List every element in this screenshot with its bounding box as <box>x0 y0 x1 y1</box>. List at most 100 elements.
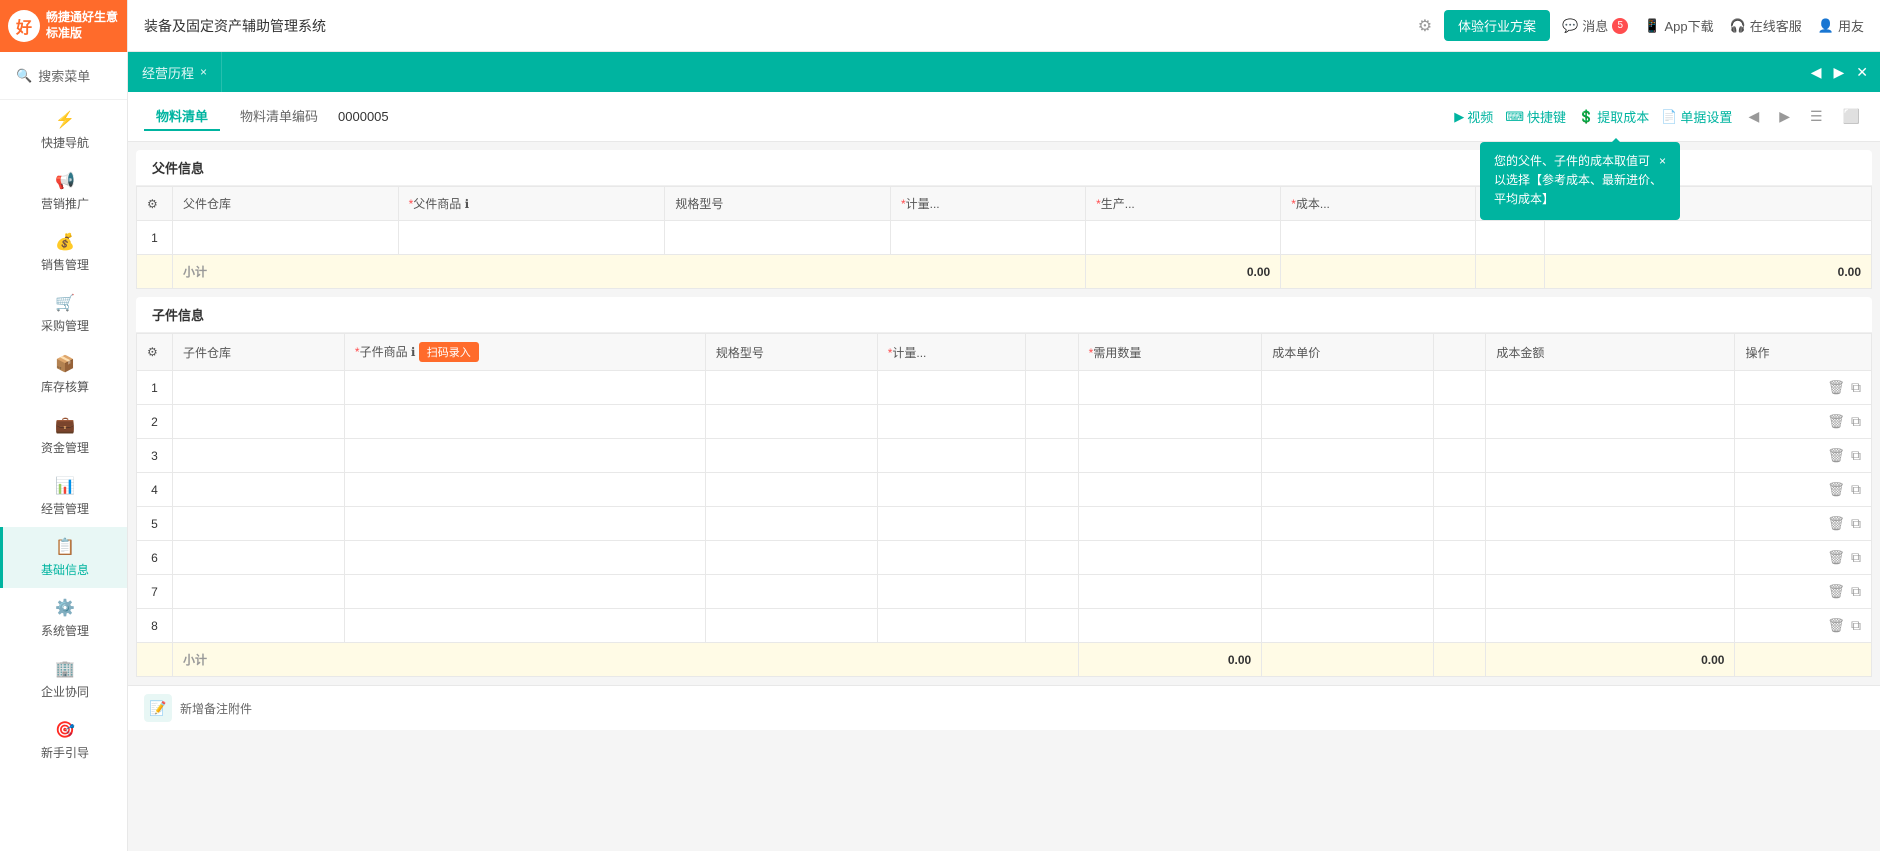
trial-button[interactable]: 体验行业方案 <box>1444 10 1550 41</box>
sub-menu-button[interactable]: ☰ <box>1806 106 1827 127</box>
parent-cell-spec[interactable] <box>665 221 891 255</box>
child-cell-spec[interactable] <box>705 507 877 541</box>
child-cell-unit[interactable] <box>877 541 1026 575</box>
child-cell-qty[interactable] <box>1078 439 1262 473</box>
delete-icon[interactable]: 🗑 <box>1827 515 1845 532</box>
delete-icon[interactable]: 🗑 <box>1827 583 1845 600</box>
sidebar-item-marketing[interactable]: 📢营销推广 <box>0 161 127 222</box>
delete-icon[interactable]: 🗑 <box>1827 617 1845 634</box>
sidebar-item-inventory[interactable]: 📦库存核算 <box>0 344 127 405</box>
copy-icon[interactable]: ⧉ <box>1851 413 1861 430</box>
sub-expand-button[interactable]: ⬜ <box>1839 106 1864 127</box>
delete-icon[interactable]: 🗑 <box>1827 413 1845 430</box>
child-cell-qty[interactable] <box>1078 541 1262 575</box>
child-cell-unit-cost[interactable] <box>1262 439 1434 473</box>
child-th-settings[interactable]: ⚙ <box>137 334 173 371</box>
child-cell-spec[interactable] <box>705 371 877 405</box>
sidebar-item-guide[interactable]: 🎯新手引导 <box>0 710 127 771</box>
tooltip-close-button[interactable]: × <box>1659 152 1666 171</box>
child-cell-unit[interactable] <box>877 371 1026 405</box>
copy-icon[interactable]: ⧉ <box>1851 617 1861 634</box>
copy-icon[interactable]: ⧉ <box>1851 583 1861 600</box>
sidebar-item-operation[interactable]: 📊经营管理 <box>0 466 127 527</box>
tab-经营历程[interactable]: 经营历程× <box>128 52 222 92</box>
child-cell-product[interactable] <box>344 371 705 405</box>
copy-icon[interactable]: ⧉ <box>1851 549 1861 566</box>
search-menu-button[interactable]: 🔍 搜索菜单 <box>8 60 119 91</box>
video-action[interactable]: ▶ 视频 <box>1454 107 1493 126</box>
scan-input-button[interactable]: 扫码录入 <box>419 342 479 362</box>
child-cell-unit-cost[interactable] <box>1262 609 1434 643</box>
child-cell-warehouse[interactable] <box>173 473 345 507</box>
sidebar-item-system[interactable]: ⚙️系统管理 <box>0 588 127 649</box>
gear-icon[interactable]: ⚙ <box>1418 16 1432 36</box>
sidebar-item-enterprise[interactable]: 🏢企业协同 <box>0 649 127 710</box>
child-cell-warehouse[interactable] <box>173 609 345 643</box>
parent-cell-cost[interactable] <box>1281 221 1476 255</box>
child-cell-qty[interactable] <box>1078 371 1262 405</box>
delete-icon[interactable]: 🗑 <box>1827 447 1845 464</box>
tab-next-button[interactable]: ▶ <box>1829 62 1848 83</box>
child-cell-product[interactable] <box>344 609 705 643</box>
child-cell-spec[interactable] <box>705 473 877 507</box>
sidebar-item-finance[interactable]: 💼资金管理 <box>0 405 127 466</box>
child-cell-unit[interactable] <box>877 575 1026 609</box>
child-cell-qty[interactable] <box>1078 473 1262 507</box>
child-cell-spec[interactable] <box>705 439 877 473</box>
sidebar-item-purchase[interactable]: 🛒采购管理 <box>0 283 127 344</box>
shortcut-action[interactable]: ⌨ 快捷键 <box>1505 107 1566 126</box>
parent-cell-production[interactable] <box>1086 221 1281 255</box>
child-cell-product[interactable] <box>344 439 705 473</box>
sidebar-item-quick-nav[interactable]: ⚡快捷导航 <box>0 100 127 161</box>
child-cell-product[interactable] <box>344 575 705 609</box>
child-cell-unit[interactable] <box>877 507 1026 541</box>
child-cell-warehouse[interactable] <box>173 405 345 439</box>
delete-icon[interactable]: 🗑 <box>1827 549 1845 566</box>
child-cell-qty[interactable] <box>1078 575 1262 609</box>
sub-next-button[interactable]: ▶ <box>1775 106 1794 127</box>
parent-cell-unit[interactable] <box>890 221 1085 255</box>
copy-icon[interactable]: ⧉ <box>1851 379 1861 396</box>
child-cell-unit-cost[interactable] <box>1262 507 1434 541</box>
child-cell-unit[interactable] <box>877 405 1026 439</box>
child-cell-warehouse[interactable] <box>173 439 345 473</box>
child-cell-unit-cost[interactable] <box>1262 405 1434 439</box>
sub-tab-bom[interactable]: 物料清单 <box>144 102 220 131</box>
child-cell-spec[interactable] <box>705 541 877 575</box>
sidebar-item-basic[interactable]: 📋基础信息 <box>0 527 127 588</box>
child-cell-product[interactable] <box>344 541 705 575</box>
parent-cell-warehouse[interactable] <box>173 221 399 255</box>
child-cell-unit-cost[interactable] <box>1262 371 1434 405</box>
parent-th-settings[interactable]: ⚙ <box>137 187 173 221</box>
child-cell-product[interactable] <box>344 405 705 439</box>
child-cell-warehouse[interactable] <box>173 507 345 541</box>
copy-icon[interactable]: ⧉ <box>1851 447 1861 464</box>
child-cell-warehouse[interactable] <box>173 575 345 609</box>
child-cell-product[interactable] <box>344 507 705 541</box>
delete-icon[interactable]: 🗑 <box>1827 481 1845 498</box>
online-service-button[interactable]: 🎧 在线客服 <box>1730 16 1802 35</box>
child-cell-qty[interactable] <box>1078 405 1262 439</box>
child-cell-unit[interactable] <box>877 609 1026 643</box>
user-menu-button[interactable]: 👤 用友 <box>1818 16 1864 35</box>
sub-tab-code[interactable]: 物料清单编码 <box>228 102 330 131</box>
parent-cell-product[interactable] <box>398 221 665 255</box>
child-cell-qty[interactable] <box>1078 507 1262 541</box>
child-cell-spec[interactable] <box>705 575 877 609</box>
child-cell-unit[interactable] <box>877 439 1026 473</box>
message-button[interactable]: 💬 消息 5 <box>1562 16 1628 35</box>
tab-prev-button[interactable]: ◀ <box>1807 62 1826 83</box>
app-download-button[interactable]: 📱 App下载 <box>1644 16 1713 35</box>
child-cell-unit[interactable] <box>877 473 1026 507</box>
child-cell-unit-cost[interactable] <box>1262 575 1434 609</box>
child-cell-warehouse[interactable] <box>173 371 345 405</box>
extract-cost-action[interactable]: 💲 提取成本 <box>1578 107 1649 126</box>
copy-icon[interactable]: ⧉ <box>1851 515 1861 532</box>
child-cell-unit-cost[interactable] <box>1262 473 1434 507</box>
child-cell-spec[interactable] <box>705 609 877 643</box>
add-note-label[interactable]: 新增备注附件 <box>180 700 252 717</box>
tab-close-icon[interactable]: × <box>200 65 207 79</box>
sidebar-item-sales[interactable]: 💰销售管理 <box>0 222 127 283</box>
child-cell-qty[interactable] <box>1078 609 1262 643</box>
delete-icon[interactable]: 🗑 <box>1827 379 1845 396</box>
